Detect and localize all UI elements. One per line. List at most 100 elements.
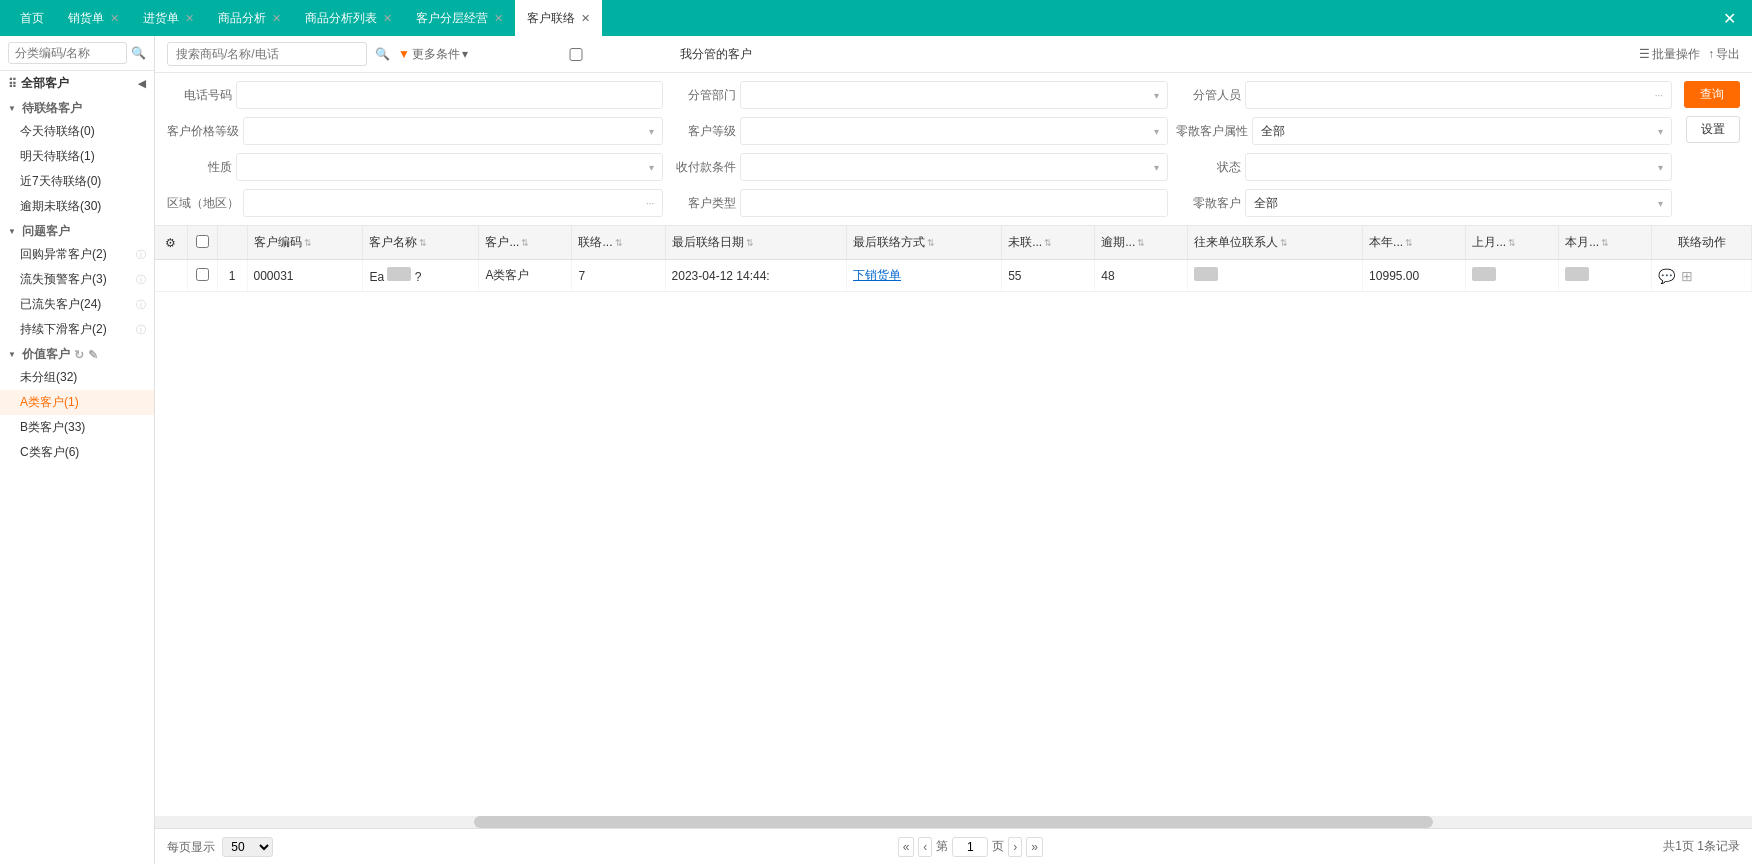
filter-customer-type-input[interactable] [740, 189, 1167, 217]
select-all-checkbox[interactable] [196, 235, 209, 248]
filter-row-4: 区域（地区） ··· 客户类型 [167, 189, 1672, 217]
per-page-select[interactable]: 50 100 200 [222, 837, 273, 857]
last-method-link[interactable]: 下销货单 [853, 268, 901, 282]
my-customers-checkbox-label[interactable]: 我分管的客户 [476, 46, 752, 63]
batch-operation-button[interactable]: ☰ 批量操作 [1639, 46, 1700, 63]
sidebar-item-tomorrow[interactable]: 明天待联络(1) [0, 144, 154, 169]
dropdown-arrow-dept: ▾ [1154, 90, 1159, 101]
page-number-input[interactable]: 1 [952, 837, 988, 857]
th-this-month[interactable]: 本月... ⇅ [1559, 226, 1652, 260]
th-checkbox[interactable] [187, 226, 217, 260]
filter-customer-level-label: 客户等级 [671, 123, 736, 140]
dropdown-arrow-payment: ▾ [1154, 162, 1159, 173]
sidebar-item-repurchase-abnormal[interactable]: 回购异常客户(2) ⓘ [0, 242, 154, 267]
close-purchase-tab[interactable]: ✕ [185, 12, 194, 25]
td-checkbox[interactable] [187, 260, 217, 292]
prev-page-button[interactable]: ‹ [918, 837, 932, 857]
th-contact-person[interactable]: 往来单位联系人 ⇅ [1188, 226, 1363, 260]
sidebar-dots-icon: ⠿ [8, 77, 17, 91]
nav-customer-contact[interactable]: 客户联络 ✕ [515, 0, 602, 36]
nav-home[interactable]: 首页 [8, 0, 56, 36]
first-page-button[interactable]: « [898, 837, 915, 857]
dots-button-manager[interactable]: ··· [1655, 90, 1663, 101]
filter-retail-attr: 零散客户属性 全部 ▾ [1176, 117, 1672, 145]
filter-customer-level-select[interactable]: ▾ [740, 117, 1167, 145]
sidebar-search-input[interactable] [8, 42, 127, 64]
nav-customer-tier[interactable]: 客户分层经营 ✕ [404, 0, 515, 36]
close-customer-contact-tab[interactable]: ✕ [581, 12, 590, 25]
sidebar-all-customers[interactable]: ⠿ 全部客户 ◀ [0, 71, 154, 96]
sidebar-item-b-class[interactable]: B类客户(33) [0, 415, 154, 440]
sidebar-item-7days[interactable]: 近7天待联络(0) [0, 169, 154, 194]
td-last-method[interactable]: 下销货单 [847, 260, 1002, 292]
th-no-contact[interactable]: 未联... ⇅ [1002, 226, 1095, 260]
sidebar-item-churned[interactable]: 已流失客户(24) ⓘ [0, 292, 154, 317]
setting-button[interactable]: 设置 [1686, 116, 1740, 143]
filter-region-select[interactable]: ··· [243, 189, 663, 217]
filter-status-select[interactable]: ▾ [1245, 153, 1672, 181]
scrollbar-thumb[interactable] [474, 816, 1432, 828]
filter-retail-attr-select[interactable]: 全部 ▾ [1252, 117, 1672, 145]
sidebar-item-today[interactable]: 今天待联络(0) [0, 119, 154, 144]
sidebar-item-declining[interactable]: 持续下滑客户(2) ⓘ [0, 317, 154, 342]
nav-purchase[interactable]: 进货单 ✕ [131, 0, 206, 36]
query-button[interactable]: 查询 [1684, 81, 1740, 108]
sidebar-item-churn-warning[interactable]: 流失预警客户(3) ⓘ [0, 267, 154, 292]
search-button[interactable]: 🔍 [375, 47, 390, 61]
th-setting[interactable]: ⚙ [155, 226, 187, 260]
edit-icon[interactable]: ✎ [88, 348, 98, 362]
filter-button[interactable]: ▼ 更多条件 ▾ [398, 46, 468, 63]
th-code[interactable]: 客户编码 ⇅ [247, 226, 363, 260]
sidebar-item-overdue[interactable]: 逾期未联络(30) [0, 194, 154, 219]
filter-price-level-select[interactable]: ▾ [243, 117, 663, 145]
close-product-analysis-tab[interactable]: ✕ [272, 12, 281, 25]
sidebar-search-icon[interactable]: 🔍 [131, 46, 146, 60]
filter-dept-select[interactable]: ▾ [740, 81, 1167, 109]
refresh-icon[interactable]: ↻ [74, 348, 84, 362]
filter-row-2: 客户价格等级 ▾ 客户等级 ▾ [167, 117, 1672, 145]
close-sales-tab[interactable]: ✕ [110, 12, 119, 25]
filter-retail-customer-select[interactable]: 全部 ▾ [1245, 189, 1672, 217]
filter-nature-select[interactable]: ▾ [236, 153, 663, 181]
th-overdue[interactable]: 逾期... ⇅ [1095, 226, 1188, 260]
dots-button-region[interactable]: ··· [646, 198, 654, 209]
close-customer-tier-tab[interactable]: ✕ [494, 12, 503, 25]
next-page-button[interactable]: › [1008, 837, 1022, 857]
filter-panel: 电话号码 分管部门 ▾ 分管人员 [155, 73, 1752, 226]
sidebar-collapse-icon[interactable]: ◀ [138, 78, 146, 89]
export-button[interactable]: ↑ 导出 [1708, 46, 1740, 63]
th-last-contact-date[interactable]: 最后联络日期 ⇅ [665, 226, 846, 260]
th-last-contact-method[interactable]: 最后联络方式 ⇅ [847, 226, 1002, 260]
filter-nature-label: 性质 [167, 159, 232, 176]
filter-phone-input[interactable] [236, 81, 663, 109]
row-checkbox[interactable] [196, 268, 209, 281]
th-this-year[interactable]: 本年... ⇅ [1363, 226, 1466, 260]
sidebar-item-ungroup[interactable]: 未分组(32) [0, 365, 154, 390]
grid-action-icon[interactable]: ⊞ [1681, 268, 1693, 284]
th-contact[interactable]: 联络... ⇅ [572, 226, 665, 260]
horizontal-scrollbar[interactable] [155, 816, 1752, 828]
td-setting [155, 260, 187, 292]
triangle-down-icon: ▼ [8, 104, 16, 113]
message-action-icon[interactable]: 💬 [1658, 268, 1675, 284]
nav-product-analysis-list[interactable]: 商品分析列表 ✕ [293, 0, 404, 36]
filter-payment-label: 收付款条件 [671, 159, 736, 176]
filter-payment-select[interactable]: ▾ [740, 153, 1167, 181]
sidebar-item-a-class[interactable]: A类客户(1) [0, 390, 154, 415]
sidebar-item-c-class[interactable]: C类客户(6) [0, 440, 154, 465]
filter-region: 区域（地区） ··· [167, 189, 663, 217]
last-page-button[interactable]: » [1026, 837, 1043, 857]
td-this-month [1559, 260, 1652, 292]
filter-manager-select[interactable]: ··· [1245, 81, 1672, 109]
td-this-year: 10995.00 [1363, 260, 1466, 292]
th-name[interactable]: 客户名称 ⇅ [363, 226, 479, 260]
search-input[interactable] [167, 42, 367, 66]
window-close-button[interactable]: ✕ [1715, 9, 1744, 28]
nav-product-analysis[interactable]: 商品分析 ✕ [206, 0, 293, 36]
filter-price-level-label: 客户价格等级 [167, 123, 239, 140]
nav-sales[interactable]: 销货单 ✕ [56, 0, 131, 36]
th-type[interactable]: 客户... ⇅ [479, 226, 572, 260]
my-customers-checkbox[interactable] [476, 48, 676, 61]
th-last-month[interactable]: 上月... ⇅ [1466, 226, 1559, 260]
close-product-list-tab[interactable]: ✕ [383, 12, 392, 25]
